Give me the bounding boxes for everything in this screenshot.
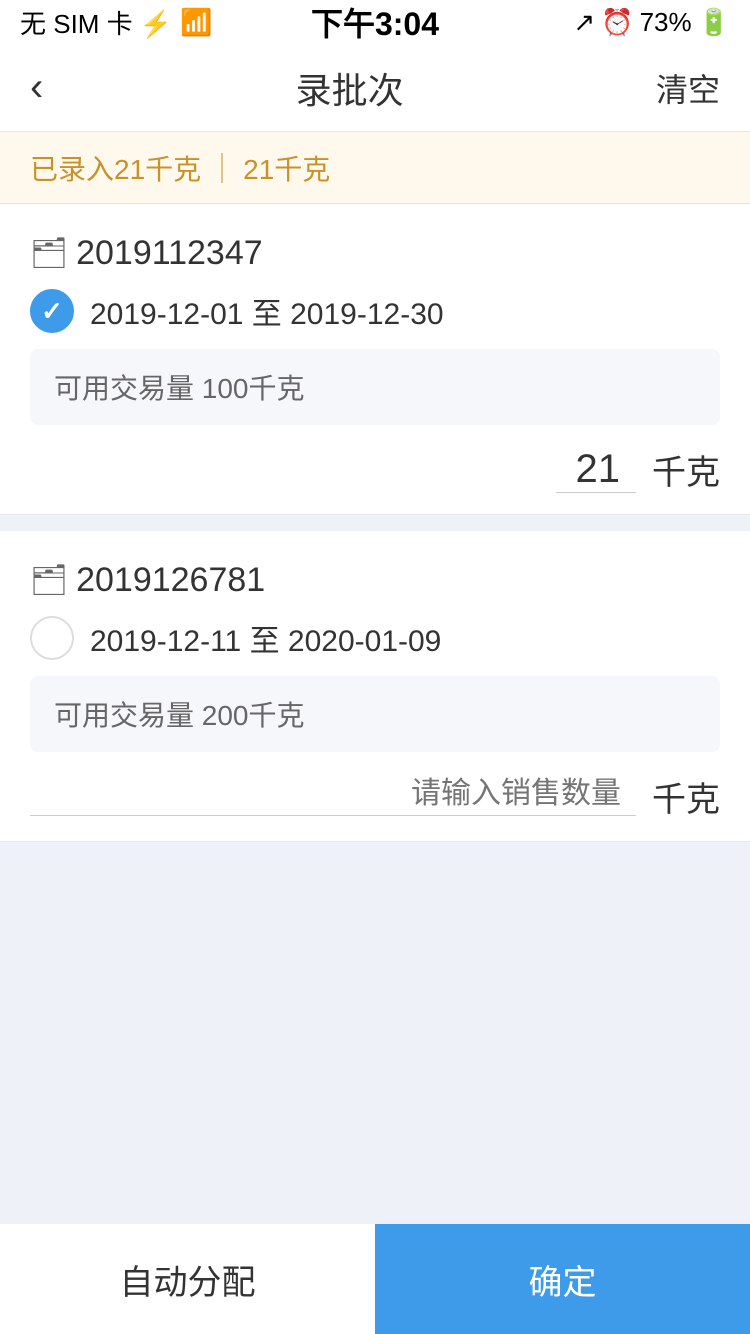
batch1-date: 2019-12-01 至 2019-12-30 <box>90 289 444 333</box>
status-right: ↗ ⏰ 73% 🔋 <box>573 7 730 38</box>
status-time: 下午3:04 <box>311 0 439 45</box>
info-banner: 已录入21千克 21千克 <box>0 132 750 204</box>
alarm-icon: ⏰ <box>601 7 633 38</box>
status-bar: 无 SIM 卡 ⚡ 📶 下午3:04 ↗ ⏰ 73% 🔋 <box>0 0 750 44</box>
status-left: 无 SIM 卡 ⚡ 📶 <box>20 4 213 41</box>
page-title: 录批次 <box>296 62 404 114</box>
info-divider <box>221 153 223 183</box>
batch1-card: 🗂 2019112347 2019-12-01 至 2019-12-30 可用交… <box>0 204 750 515</box>
batch2-available-box: 可用交易量 200千克 <box>30 676 720 752</box>
batch2-radio[interactable] <box>30 616 74 660</box>
batch2-input-wrapper <box>30 777 636 816</box>
clear-button[interactable]: 清空 <box>656 65 720 111</box>
batch2-icon: 🗂 <box>30 563 68 598</box>
batch2-section: 🗂 2019126781 2019-12-11 至 2020-01-09 可用交… <box>0 531 750 752</box>
batch1-quantity-row: 21 千克 <box>0 425 750 515</box>
batch1-available-box: 可用交易量 100千克 <box>30 349 720 425</box>
batch2-card: 🗂 2019126781 2019-12-11 至 2020-01-09 可用交… <box>0 531 750 842</box>
batch2-quantity-input[interactable] <box>336 777 636 811</box>
batch1-icon: 🗂 <box>30 236 68 271</box>
batch1-id: 2019112347 <box>76 234 263 273</box>
batch1-date-row: 2019-12-01 至 2019-12-30 <box>30 289 720 333</box>
batch1-header: 🗂 2019112347 <box>30 234 720 273</box>
battery-text: 73% <box>640 7 692 38</box>
batch2-input-row: 千克 <box>0 752 750 842</box>
bottom-bar: 自动分配 确定 <box>0 1224 750 1334</box>
batch1-quantity-unit: 千克 <box>652 445 720 494</box>
batch1-underline <box>556 492 636 493</box>
batch1-quantity-wrapper: 21 千克 <box>556 445 720 494</box>
nav-bar: ‹ 录批次 清空 <box>0 44 750 132</box>
batch1-quantity-container: 21 <box>556 447 636 493</box>
batch1-radio[interactable] <box>30 289 74 333</box>
batch1-section: 🗂 2019112347 2019-12-01 至 2019-12-30 可用交… <box>0 204 750 425</box>
battery-icon: 🔋 <box>698 7 730 38</box>
confirm-button[interactable]: 确定 <box>375 1224 750 1334</box>
info-label: 已录入21千克 <box>30 148 201 188</box>
info-value: 21千克 <box>243 148 330 188</box>
back-button[interactable]: ‹ <box>30 65 43 110</box>
wifi-icon: 📶 <box>180 7 212 38</box>
batch1-quantity-value: 21 <box>576 447 621 492</box>
batch1-available-text: 可用交易量 100千克 <box>54 373 305 404</box>
batch2-header: 🗂 2019126781 <box>30 561 720 600</box>
auto-distribute-button[interactable]: 自动分配 <box>0 1224 375 1334</box>
batch2-id: 2019126781 <box>76 561 265 600</box>
section-separator <box>0 515 750 531</box>
batch2-date-row: 2019-12-11 至 2020-01-09 <box>30 616 720 660</box>
batch2-available-text: 可用交易量 200千克 <box>54 700 305 731</box>
batch2-input-unit: 千克 <box>652 772 720 821</box>
location-icon: ↗ <box>573 7 595 38</box>
batch2-date: 2019-12-11 至 2020-01-09 <box>90 616 441 660</box>
sim-text: 无 SIM 卡 ⚡ <box>20 4 172 41</box>
